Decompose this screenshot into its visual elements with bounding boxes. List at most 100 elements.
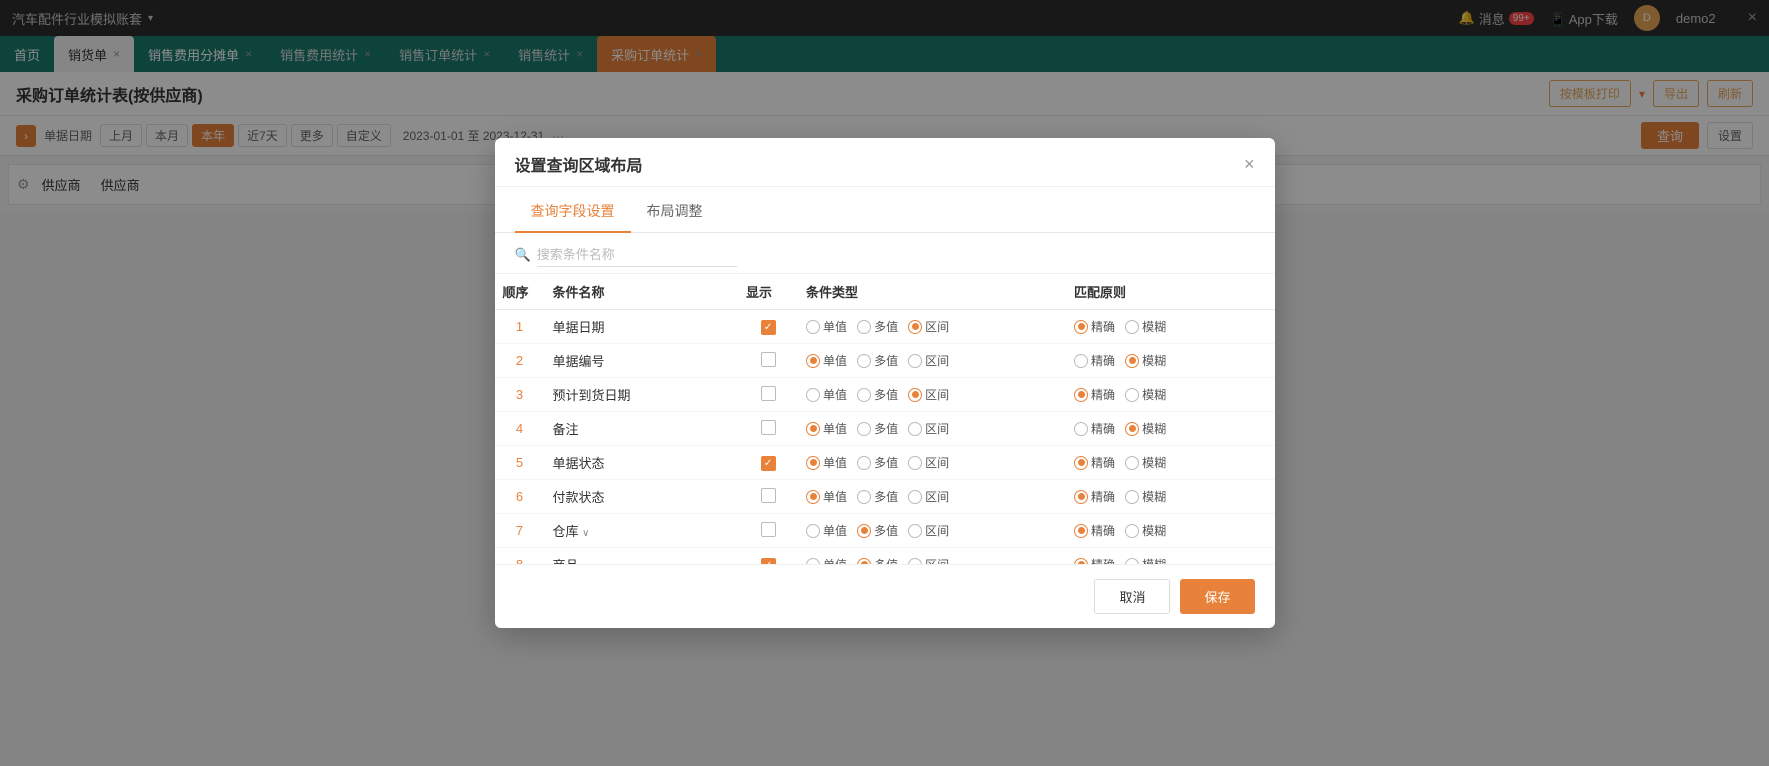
row-order: 6 xyxy=(495,480,545,514)
row-match: 精确 模糊 xyxy=(1066,344,1274,378)
match-fuzzy-radio[interactable]: 模糊 xyxy=(1125,318,1166,335)
type-single-radio[interactable]: 单值 xyxy=(806,420,847,437)
type-multi-radio[interactable]: 多值 xyxy=(857,454,898,471)
row-name[interactable]: 商品 ∨ xyxy=(545,548,739,565)
th-name: 条件名称 xyxy=(545,274,739,310)
row-type: 单值 多值 区间 xyxy=(798,548,1066,565)
radio-circle xyxy=(1125,354,1139,368)
match-exact-radio[interactable]: 精确 xyxy=(1074,318,1115,335)
modal-close-button[interactable]: × xyxy=(1244,154,1255,175)
table-row: 7仓库 ∨ 单值 多值 区间 精确 模糊 xyxy=(495,514,1275,548)
table-row: 6付款状态 单值 多值 区间 精确 模糊 xyxy=(495,480,1275,514)
row-display[interactable] xyxy=(738,310,798,344)
type-multi-radio[interactable]: 多值 xyxy=(857,420,898,437)
type-single-radio[interactable]: 单值 xyxy=(806,556,847,564)
display-checkbox[interactable] xyxy=(761,420,776,435)
match-fuzzy-radio[interactable]: 模糊 xyxy=(1125,420,1166,437)
match-exact-radio[interactable]: 精确 xyxy=(1074,352,1115,369)
row-display[interactable] xyxy=(738,514,798,548)
radio-circle xyxy=(1074,422,1088,436)
row-name: 单据编号 xyxy=(545,344,739,378)
search-input[interactable] xyxy=(537,243,737,267)
match-exact-radio[interactable]: 精确 xyxy=(1074,488,1115,505)
display-checkbox[interactable] xyxy=(761,456,776,471)
radio-circle xyxy=(908,524,922,538)
th-order: 顺序 xyxy=(495,274,545,310)
type-range-radio[interactable]: 区间 xyxy=(908,386,949,403)
radio-circle xyxy=(1125,524,1139,538)
match-exact-radio[interactable]: 精确 xyxy=(1074,522,1115,539)
display-checkbox[interactable] xyxy=(761,386,776,401)
row-display[interactable] xyxy=(738,412,798,446)
type-multi-radio[interactable]: 多值 xyxy=(857,386,898,403)
radio-circle xyxy=(857,320,871,334)
radio-circle xyxy=(1125,320,1139,334)
save-button[interactable]: 保存 xyxy=(1180,579,1254,614)
modal-tab-layout[interactable]: 布局调整 xyxy=(631,195,719,233)
search-area: 🔍 xyxy=(495,233,1275,274)
type-single-radio[interactable]: 单值 xyxy=(806,386,847,403)
table-row: 3预计到货日期 单值 多值 区间 精确 模糊 xyxy=(495,378,1275,412)
type-single-radio[interactable]: 单值 xyxy=(806,488,847,505)
radio-circle xyxy=(806,422,820,436)
row-match: 精确 模糊 xyxy=(1066,310,1274,344)
row-name: 预计到货日期 xyxy=(545,378,739,412)
display-checkbox[interactable] xyxy=(761,488,776,503)
radio-circle xyxy=(1074,388,1088,402)
row-display[interactable] xyxy=(738,548,798,565)
radio-circle xyxy=(806,490,820,504)
type-range-radio[interactable]: 区间 xyxy=(908,318,949,335)
match-fuzzy-radio[interactable]: 模糊 xyxy=(1125,488,1166,505)
match-exact-radio[interactable]: 精确 xyxy=(1074,386,1115,403)
match-fuzzy-radio[interactable]: 模糊 xyxy=(1125,454,1166,471)
type-single-radio[interactable]: 单值 xyxy=(806,522,847,539)
modal-tab-query-fields[interactable]: 查询字段设置 xyxy=(515,195,631,233)
match-fuzzy-radio[interactable]: 模糊 xyxy=(1125,556,1166,564)
row-order: 8 xyxy=(495,548,545,565)
radio-circle xyxy=(908,456,922,470)
radio-circle xyxy=(908,490,922,504)
type-single-radio[interactable]: 单值 xyxy=(806,318,847,335)
radio-circle xyxy=(1074,456,1088,470)
modal-table: 顺序 条件名称 显示 条件类型 匹配原则 1单据日期 单值 多值 xyxy=(495,274,1275,564)
table-row: 4备注 单值 多值 区间 精确 模糊 xyxy=(495,412,1275,446)
match-fuzzy-radio[interactable]: 模糊 xyxy=(1125,352,1166,369)
match-exact-radio[interactable]: 精确 xyxy=(1074,420,1115,437)
radio-circle xyxy=(1125,422,1139,436)
row-display[interactable] xyxy=(738,480,798,514)
display-checkbox[interactable] xyxy=(761,352,776,367)
match-exact-radio[interactable]: 精确 xyxy=(1074,454,1115,471)
th-display: 显示 xyxy=(738,274,798,310)
modal-header: 设置查询区域布局 × xyxy=(495,138,1275,187)
type-range-radio[interactable]: 区间 xyxy=(908,352,949,369)
radio-circle xyxy=(1074,490,1088,504)
row-order: 3 xyxy=(495,378,545,412)
row-display[interactable] xyxy=(738,446,798,480)
type-range-radio[interactable]: 区间 xyxy=(908,454,949,471)
type-range-radio[interactable]: 区间 xyxy=(908,420,949,437)
type-range-radio[interactable]: 区间 xyxy=(908,522,949,539)
display-checkbox[interactable] xyxy=(761,522,776,537)
match-exact-radio[interactable]: 精确 xyxy=(1074,556,1115,564)
type-multi-radio[interactable]: 多值 xyxy=(857,352,898,369)
type-range-radio[interactable]: 区间 xyxy=(908,556,949,564)
type-single-radio[interactable]: 单值 xyxy=(806,454,847,471)
type-multi-radio[interactable]: 多值 xyxy=(857,488,898,505)
type-multi-radio[interactable]: 多值 xyxy=(857,318,898,335)
match-fuzzy-radio[interactable]: 模糊 xyxy=(1125,386,1166,403)
match-fuzzy-radio[interactable]: 模糊 xyxy=(1125,522,1166,539)
type-range-radio[interactable]: 区间 xyxy=(908,488,949,505)
type-single-radio[interactable]: 单值 xyxy=(806,352,847,369)
row-order: 4 xyxy=(495,412,545,446)
modal-footer: 取消 保存 xyxy=(495,564,1275,628)
type-multi-radio[interactable]: 多值 xyxy=(857,522,898,539)
cancel-button[interactable]: 取消 xyxy=(1094,579,1170,614)
row-name[interactable]: 仓库 ∨ xyxy=(545,514,739,548)
row-match: 精确 模糊 xyxy=(1066,446,1274,480)
display-checkbox[interactable] xyxy=(761,320,776,335)
type-multi-radio[interactable]: 多值 xyxy=(857,556,898,564)
row-display[interactable] xyxy=(738,344,798,378)
row-display[interactable] xyxy=(738,378,798,412)
radio-circle xyxy=(857,524,871,538)
search-icon: 🔍 xyxy=(515,247,531,263)
